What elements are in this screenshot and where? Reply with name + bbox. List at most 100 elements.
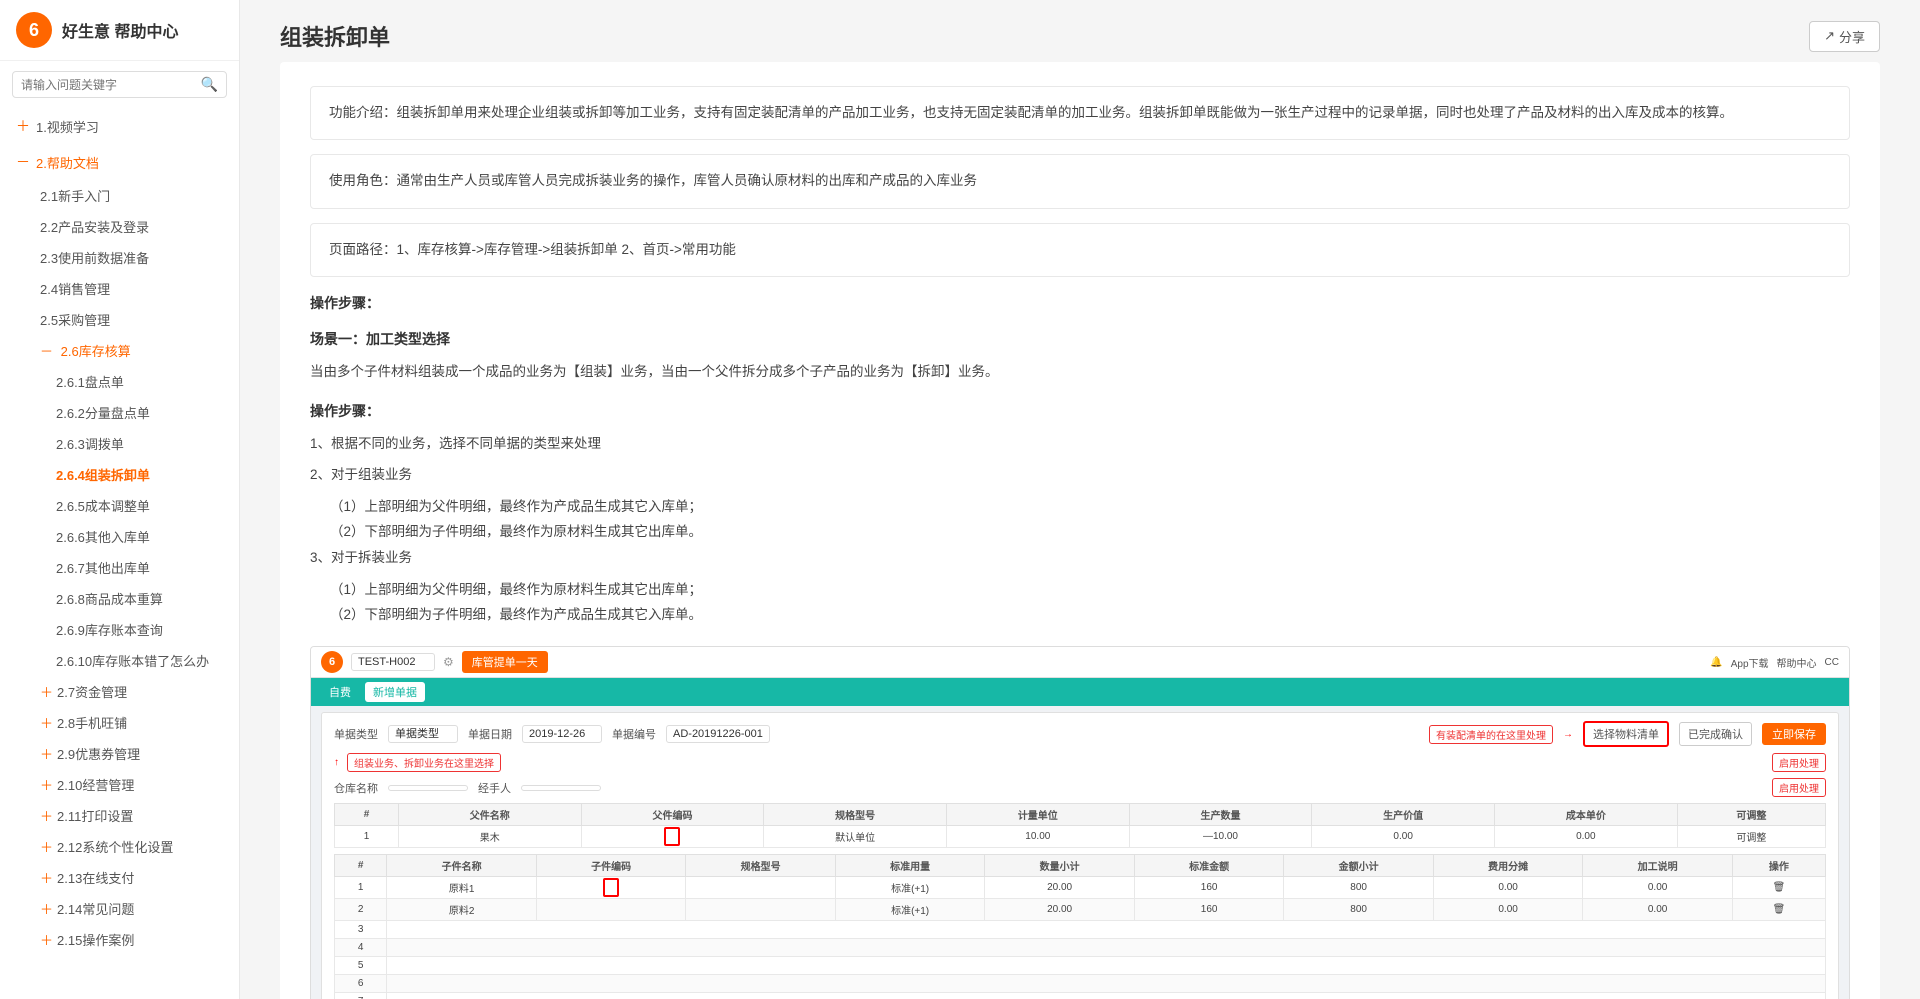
minus-icon-2-6: － [40, 344, 53, 359]
minus-icon: － [16, 152, 30, 172]
screenshot-container: 6 TEST-H002 ⚙ 库管提单一天 🔔 App下载 帮助中心 CC 自费 … [310, 646, 1850, 999]
sidebar: 6 好生意 帮助中心 🔍 ＋ 1.视频学习 － 2.帮助文档 2.1新手入门 2… [0, 0, 240, 999]
sidebar-item-2-12[interactable]: ＋2.12系统个性化设置 [28, 831, 239, 862]
sim-form-row-2: 仓库名称 经手人 启用处理 [334, 778, 1826, 797]
sim-th-pcode: 父件编码 [581, 804, 764, 826]
sim-nav: 自费 新增单据 [311, 678, 1849, 706]
sim-type-label: 单据类型 [334, 726, 378, 742]
sim-sub-table-container: # 子件名称 子件编码 规格型号 标准用量 数量小计 标准金额 金额小计 费用分 [334, 854, 1826, 999]
sim-btn-select[interactable]: 选择物料清单 [1583, 721, 1669, 747]
step2: 2、对于组装业务 [310, 462, 1850, 488]
sim-person-val[interactable] [521, 785, 601, 791]
sim-btn-prev[interactable]: 库管提单一天 [462, 651, 548, 673]
sim-help: 帮助中心 [1777, 655, 1817, 670]
ops-title: 操作步骤： [310, 293, 1850, 313]
sim-th-pname: 父件名称 [398, 804, 581, 826]
sim-arrow-type: ↑ [334, 757, 339, 768]
step3-sub2: （2）下部明细为子件明细，最终作为产成品生成其它入库单。 [330, 602, 1850, 628]
sim-sub-row-2: 2 原料2 标准(+1) 20.00 160 800 0.00 [335, 899, 1826, 921]
sim-btn-confirm[interactable]: 已完成确认 [1679, 722, 1752, 746]
sidebar-item-2-7[interactable]: ＋2.7资金管理 [28, 676, 239, 707]
sim-ann-batch: 启用处理 [1772, 753, 1826, 772]
sidebar-item-2-6-7[interactable]: 2.6.7其他出库单 [44, 552, 239, 583]
sim-sub-row-3: 3 [335, 921, 1826, 939]
sidebar-item-2-9[interactable]: ＋2.9优惠券管理 [28, 738, 239, 769]
sim-ann-type-row: ↑ 组装业务、拆卸业务在这里选择 启用处理 [334, 753, 1826, 772]
sidebar-item-2-6-1[interactable]: 2.6.1盘点单 [44, 366, 239, 397]
sim-sub-row-6: 6 [335, 975, 1826, 993]
sidebar-item-2-13[interactable]: ＋2.13在线支付 [28, 862, 239, 893]
scene1-title: 场景一：加工类型选择 [310, 329, 1850, 349]
sidebar-item-2-6-3[interactable]: 2.6.3调拨单 [44, 428, 239, 459]
search-icon[interactable]: 🔍 [201, 76, 218, 93]
sim-sub-row-7: 7 [335, 993, 1826, 999]
sidebar-item-2-6-9[interactable]: 2.6.9库存账本查询 [44, 614, 239, 645]
sim-parent-table: # 父件名称 父件编码 规格型号 计量单位 生产数量 生产价值 成本单价 可调整 [334, 803, 1826, 848]
sidebar-item-2-8[interactable]: ＋2.8手机旺铺 [28, 707, 239, 738]
main-content: 组装拆卸单 ↗ 分享 功能介绍：组装拆卸单用来处理企业组装或拆卸等加工业务，支持… [240, 0, 1920, 999]
step2-sub2: （2）下部明细为子件明细，最终作为原材料生成其它出库单。 [330, 519, 1850, 545]
sidebar-item-2-5[interactable]: 2.5采购管理 [28, 304, 239, 335]
main-header: 组装拆卸单 ↗ 分享 [240, 0, 1920, 62]
sidebar-item-2-3[interactable]: 2.3使用前数据准备 [28, 242, 239, 273]
sim-nav-zifei[interactable]: 自费 [321, 682, 359, 702]
sim-parent-table-container: # 父件名称 父件编码 规格型号 计量单位 生产数量 生产价值 成本单价 可调整 [334, 803, 1826, 848]
sidebar-item-2-6-2[interactable]: 2.6.2分量盘点单 [44, 397, 239, 428]
sim-notification-icon: 🔔 [1710, 657, 1722, 668]
sim-nav-neworder[interactable]: 新增单据 [365, 682, 425, 702]
sim-settings-icon: ⚙ [443, 655, 454, 669]
sidebar-item-docs[interactable]: － 2.帮助文档 2.1新手入门 2.2产品安装及登录 2.3使用前数据准备 2… [0, 144, 239, 955]
sim-screen: 6 TEST-H002 ⚙ 库管提单一天 🔔 App下载 帮助中心 CC 自费 … [311, 647, 1849, 999]
sidebar-header: 6 好生意 帮助中心 [0, 0, 239, 61]
intro-block-2: 使用角色：通常由生产人员或库管人员完成拆装业务的操作，库管人员确认原材料的出库和… [310, 154, 1850, 208]
sim-th-cost: 成本单价 [1495, 804, 1678, 826]
sim-sub-code-1[interactable] [603, 878, 619, 897]
sim-th-adj: 可调整 [1677, 804, 1825, 826]
share-icon: ↗ [1824, 28, 1835, 44]
sidebar-item-2-6-4[interactable]: 2.6.4组装拆卸单 [44, 459, 239, 490]
sidebar-item-video[interactable]: ＋ 1.视频学习 [0, 108, 239, 144]
sim-sub-row-5: 5 [335, 957, 1826, 975]
step3: 3、对于拆装业务 [310, 545, 1850, 571]
search-input[interactable] [21, 78, 201, 92]
sidebar-item-2-6[interactable]: － 2.6库存核算 [28, 335, 239, 366]
sidebar-item-2-2[interactable]: 2.2产品安装及登录 [28, 211, 239, 242]
step2-sub1: （1）上部明细为父件明细，最终作为产成品生成其它入库单； [330, 494, 1850, 520]
step3-sub1: （1）上部明细为父件明细，最终作为原材料生成其它出库单； [330, 577, 1850, 603]
path-text: 页面路径：1、库存核算->库存管理->组装拆卸单 2、首页->常用功能 [329, 242, 736, 257]
docs-2-6-sub-list: 2.6.1盘点单 2.6.2分量盘点单 2.6.3调拨单 2.6.4组装拆卸单 … [28, 366, 239, 676]
sim-order-label: 单据编号 [612, 726, 656, 742]
page-title: 组装拆卸单 [280, 20, 390, 52]
sidebar-item-2-11[interactable]: ＋2.11打印设置 [28, 800, 239, 831]
sidebar-logo: 6 [16, 12, 52, 48]
sidebar-item-2-4[interactable]: 2.4销售管理 [28, 273, 239, 304]
search-box[interactable]: 🔍 [12, 71, 227, 98]
share-button[interactable]: ↗ 分享 [1809, 21, 1880, 52]
content-area: 功能介绍：组装拆卸单用来处理企业组装或拆卸等加工业务，支持有固定装配清单的产品加… [280, 62, 1880, 999]
sim-sub-row-4: 4 [335, 939, 1826, 957]
sidebar-item-docs-label: 2.帮助文档 [36, 153, 99, 172]
sidebar-item-2-6-5[interactable]: 2.6.5成本调整单 [44, 490, 239, 521]
sim-topbar: 6 TEST-H002 ⚙ 库管提单一天 🔔 App下载 帮助中心 CC [311, 647, 1849, 678]
ops-steps-title: 操作步骤： [310, 401, 1850, 421]
sim-form-row-1: 单据类型 单据类型 组装 拆卸 单据日期 2019-12-26 单据编号 AD-… [334, 721, 1826, 747]
sidebar-item-2-10[interactable]: ＋2.10经营管理 [28, 769, 239, 800]
sim-inner: 单据类型 单据类型 组装 拆卸 单据日期 2019-12-26 单据编号 AD-… [311, 712, 1849, 999]
sim-parent-code-input[interactable] [664, 827, 680, 846]
sim-parent-row-1: 1 果木 默认单位 10.00 —10.00 0.00 0.00 可调整 [335, 826, 1826, 848]
sidebar-item-2-6-10[interactable]: 2.6.10库存账本错了怎么办 [44, 645, 239, 676]
sidebar-item-2-1[interactable]: 2.1新手入门 [28, 180, 239, 211]
sidebar-item-2-6-8[interactable]: 2.6.8商品成本重算 [44, 583, 239, 614]
sim-type-select[interactable]: 单据类型 组装 拆卸 [388, 725, 458, 743]
sidebar-item-2-15[interactable]: ＋2.15操作案例 [28, 924, 239, 955]
sim-sub-row-1: 1 原料1 标准(+1) 20.00 160 800 0.00 [335, 877, 1826, 899]
sim-id-select[interactable]: TEST-H002 [351, 653, 435, 671]
sidebar-item-2-14[interactable]: ＋2.14常见问题 [28, 893, 239, 924]
sim-th-qty: 生产数量 [1129, 804, 1312, 826]
sidebar-item-video-label: 1.视频学习 [36, 117, 99, 136]
sim-th-unit: 计量单位 [946, 804, 1129, 826]
sim-btn-save[interactable]: 立即保存 [1762, 723, 1826, 745]
sim-warehouse-val[interactable] [388, 785, 468, 791]
sidebar-item-2-6-6[interactable]: 2.6.6其他入库单 [44, 521, 239, 552]
sidebar-brand: 好生意 帮助中心 [62, 18, 178, 42]
